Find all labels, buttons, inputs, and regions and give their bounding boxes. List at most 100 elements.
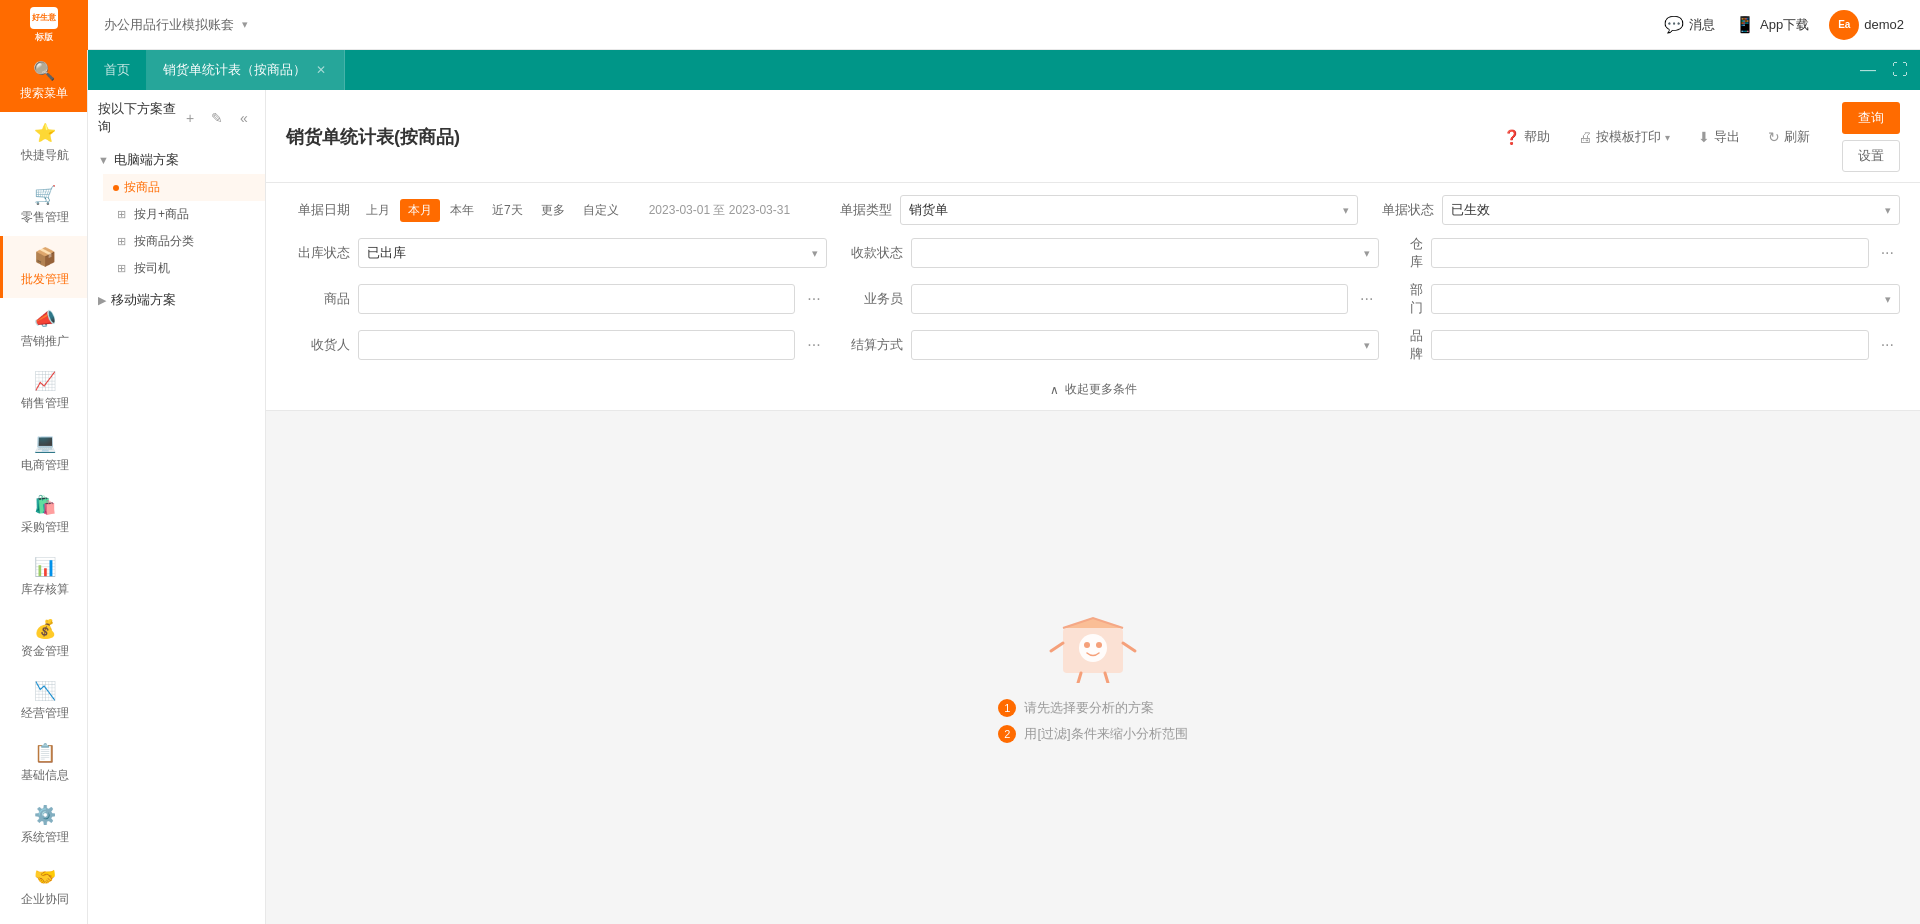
app-download-label: App下载 <box>1760 16 1809 34</box>
help-label: 帮助 <box>1524 128 1550 146</box>
app-subtitle: 标版 <box>35 31 53 44</box>
sidebar-item-newbie[interactable]: 🎓 新手引导 <box>0 918 87 924</box>
outbound-select[interactable]: 已出库 ▾ <box>358 238 827 268</box>
brand-input[interactable] <box>1431 330 1868 360</box>
sidebar-item-inventory[interactable]: 📊 库存核算 <box>0 546 87 608</box>
date-tab-last-month[interactable]: 上月 <box>358 199 398 222</box>
warehouse-label: 仓库 <box>1399 235 1431 271</box>
doc-type-select[interactable]: 销货单 ▾ <box>900 195 1358 225</box>
tab-home[interactable]: 首页 <box>88 50 147 90</box>
brand-dots-btn[interactable]: ··· <box>1875 336 1900 354</box>
outbound-arrow-icon: ▾ <box>812 247 818 260</box>
date-tab-this-month[interactable]: 本月 <box>400 199 440 222</box>
export-btn[interactable]: ⬇ 导出 <box>1690 124 1748 150</box>
edit-icon: ✎ <box>211 110 223 126</box>
sidebar-item-marketing[interactable]: 📣 营销推广 <box>0 298 87 360</box>
user-profile[interactable]: Ea demo2 <box>1829 10 1904 40</box>
collapse-bar[interactable]: ∧ 收起更多条件 <box>286 373 1900 398</box>
tree-section-desktop-header[interactable]: ▼ 电脑端方案 <box>88 146 265 174</box>
page-title-row: 销货单统计表(按商品) ❓ 帮助 🖨 按模板打印 ▾ ⬇ <box>286 102 1900 172</box>
department-label: 部门 <box>1399 281 1431 317</box>
empty-state: 1 请先选择要分析的方案 2 用[过滤]条件来缩小分析范围 <box>998 593 1187 743</box>
tab-home-label: 首页 <box>104 61 130 79</box>
sidebar-item-label: 批发管理 <box>21 271 69 288</box>
filter-row-4: 收货人 ··· 结算方式 ▾ 品牌 <box>286 327 1900 363</box>
salesperson-input[interactable] <box>911 284 1348 314</box>
collapse-arrow-icon: ∧ <box>1050 383 1059 397</box>
svg-line-6 <box>1078 673 1081 683</box>
salesperson-dots-btn[interactable]: ··· <box>1354 290 1379 308</box>
sidebar-item-sales-mgmt[interactable]: 📈 销售管理 <box>0 360 87 422</box>
goods-dots-btn[interactable]: ··· <box>801 290 826 308</box>
sidebar-item-wholesale[interactable]: 📦 批发管理 <box>0 236 87 298</box>
system-icon: ⚙️ <box>34 804 56 826</box>
sidebar-item-ecommerce[interactable]: 💻 电商管理 <box>0 422 87 484</box>
tab-minimize-btn[interactable]: — <box>1856 57 1880 83</box>
tab-sales-stats[interactable]: 销货单统计表（按商品） ✕ <box>147 50 345 90</box>
doc-status-select[interactable]: 已生效 ▾ <box>1442 195 1900 225</box>
breadcrumb-text: 办公用品行业模拟账套 <box>104 16 234 34</box>
collapse-icon: « <box>240 110 248 126</box>
refresh-btn[interactable]: ↻ 刷新 <box>1760 124 1818 150</box>
app-download-btn[interactable]: 📱 App下载 <box>1735 15 1809 34</box>
payment-select[interactable]: ▾ <box>911 330 1380 360</box>
collapse-text: 收起更多条件 <box>1065 381 1137 398</box>
sidebar-item-search-menu[interactable]: 🔍 搜索菜单 <box>0 50 87 112</box>
right-content: 销货单统计表(按商品) ❓ 帮助 🖨 按模板打印 ▾ ⬇ <box>266 90 1920 924</box>
sidebar-item-system[interactable]: ⚙️ 系统管理 <box>0 794 87 856</box>
sidebar-item-enterprise-collab[interactable]: 🤝 企业协同 <box>0 856 87 918</box>
doc-type-value: 销货单 <box>909 201 948 219</box>
warehouse-input[interactable] <box>1431 238 1868 268</box>
department-select[interactable]: ▾ <box>1431 284 1900 314</box>
goods-label: 商品 <box>286 290 358 308</box>
tree-node-by-goods-category[interactable]: ⊞ 按商品分类 <box>103 228 265 255</box>
sidebar-item-label: 系统管理 <box>21 829 69 846</box>
page-header: 销货单统计表(按商品) ❓ 帮助 🖨 按模板打印 ▾ ⬇ <box>266 90 1920 183</box>
sidebar-item-operations[interactable]: 📉 经营管理 <box>0 670 87 732</box>
header-actions: 💬 消息 📱 App下载 Ea demo2 <box>1664 10 1904 40</box>
brand-label: 品牌 <box>1399 327 1431 363</box>
tree-section-mobile-header[interactable]: ▶ 移动端方案 <box>88 286 265 314</box>
sidebar-item-label: 搜索菜单 <box>20 85 68 102</box>
sidebar-item-purchase[interactable]: 🛍️ 采购管理 <box>0 484 87 546</box>
goods-input[interactable] <box>358 284 795 314</box>
sidebar-item-finance[interactable]: 💰 资金管理 <box>0 608 87 670</box>
tree-node-by-goods[interactable]: 按商品 <box>103 174 265 201</box>
date-tab-this-year[interactable]: 本年 <box>442 199 482 222</box>
sidebar-item-retail[interactable]: 🛒 零售管理 <box>0 174 87 236</box>
tab-close-btn[interactable]: ✕ <box>314 61 328 79</box>
tip-num-1: 1 <box>998 699 1016 717</box>
table-area: 1 请先选择要分析的方案 2 用[过滤]条件来缩小分析范围 <box>266 411 1920 924</box>
messages-icon: 💬 <box>1664 15 1684 34</box>
receiver-input[interactable] <box>358 330 795 360</box>
department-arrow-icon: ▾ <box>1885 293 1891 306</box>
help-btn[interactable]: ❓ 帮助 <box>1495 124 1558 150</box>
tree-node-by-cashier-label: 按司机 <box>134 260 170 277</box>
warehouse-dots-btn[interactable]: ··· <box>1875 244 1900 262</box>
grid-icon-1: ⊞ <box>113 207 129 223</box>
sidebar-item-quick-nav[interactable]: ⭐ 快捷导航 <box>0 112 87 174</box>
enterprise-collab-icon: 🤝 <box>34 866 56 888</box>
date-tab-last-7-days[interactable]: 近7天 <box>484 199 531 222</box>
date-tab-more[interactable]: 更多 <box>533 199 573 222</box>
sidebar-item-label: 采购管理 <box>21 519 69 536</box>
receiver-dots-btn[interactable]: ··· <box>801 336 826 354</box>
tip-text-2: 用[过滤]条件来缩小分析范围 <box>1024 725 1187 743</box>
settings-btn[interactable]: 设置 <box>1842 140 1900 172</box>
print-template-btn[interactable]: 🖨 按模板打印 ▾ <box>1570 124 1678 150</box>
search-menu-icon: 🔍 <box>33 60 55 82</box>
tab-maximize-btn[interactable]: ⛶ <box>1888 57 1912 83</box>
tree-node-by-month-goods[interactable]: ⊞ 按月+商品 <box>103 201 265 228</box>
edit-scheme-btn[interactable]: ✎ <box>206 107 228 129</box>
date-tab-custom[interactable]: 自定义 <box>575 199 627 222</box>
add-scheme-btn[interactable]: + <box>179 107 201 129</box>
messages-btn[interactable]: 💬 消息 <box>1664 15 1715 34</box>
left-panel-title: 按以下方案查询 <box>98 100 179 136</box>
collapse-panel-btn[interactable]: « <box>233 107 255 129</box>
query-btn[interactable]: 查询 <box>1842 102 1900 134</box>
print-icon: 🖨 <box>1578 129 1592 145</box>
tree-node-by-cashier[interactable]: ⊞ 按司机 <box>103 255 265 282</box>
page-actions: ❓ 帮助 🖨 按模板打印 ▾ ⬇ 导出 ↻ <box>1495 102 1900 172</box>
receipt-status-select[interactable]: ▾ <box>911 238 1380 268</box>
sidebar-item-basic-info[interactable]: 📋 基础信息 <box>0 732 87 794</box>
